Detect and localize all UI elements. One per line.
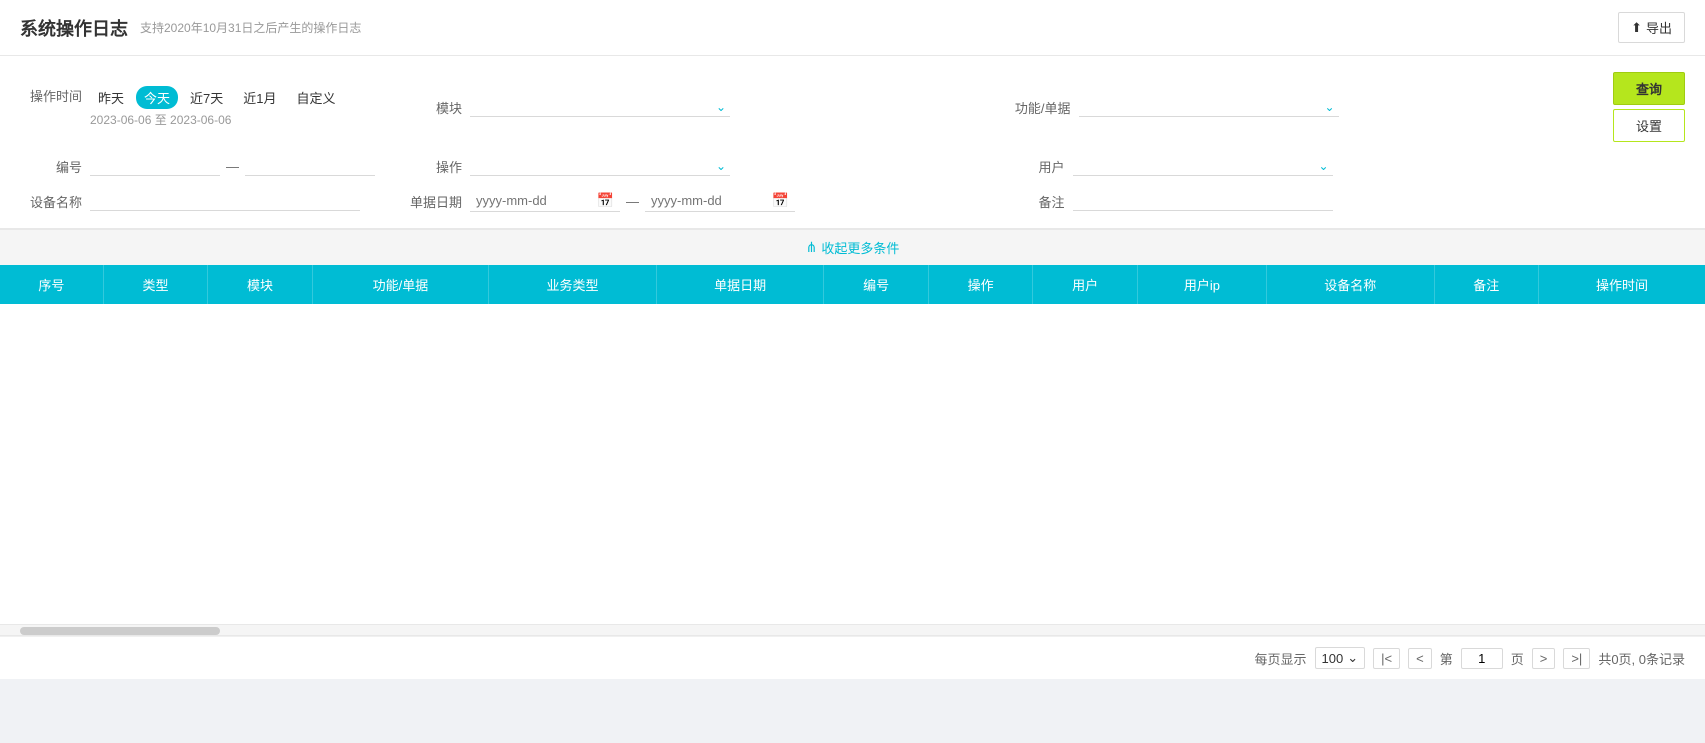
func-label: 功能/单据 (999, 98, 1079, 117)
module-select-value (470, 105, 712, 109)
date-start-wrap[interactable]: 📅 (470, 190, 620, 212)
user-select-value (1073, 164, 1315, 168)
no-input-start[interactable] (90, 156, 220, 176)
col-remark: 备注 (1434, 265, 1538, 304)
device-filter: 设备名称 (20, 191, 400, 211)
remark-input[interactable] (1073, 191, 1333, 211)
collapse-bar[interactable]: ⋔ 收起更多条件 (0, 229, 1705, 265)
page-title: 系统操作日志 (20, 15, 128, 41)
page-last-button[interactable]: >| (1563, 648, 1590, 669)
page-header: 系统操作日志 支持2020年10月31日之后产生的操作日志 ⬆ 导出 (0, 0, 1705, 56)
col-biz-type: 业务类型 (489, 265, 657, 304)
page-number-input[interactable]: 1 (1461, 648, 1503, 669)
collapse-label: 收起更多条件 (821, 238, 899, 257)
page-size-label: 每页显示 (1255, 649, 1307, 668)
module-filter: 模块 ⌄ (400, 98, 999, 117)
export-icon: ⬆ (1631, 20, 1642, 36)
page-suffix: 页 (1511, 649, 1524, 668)
no-filter: 编号 — (20, 156, 400, 176)
col-op-time: 操作时间 (1539, 265, 1705, 304)
page-size-chevron-icon: ⌄ (1347, 650, 1358, 666)
col-module: 模块 (208, 265, 312, 304)
page-next-button[interactable]: > (1532, 648, 1556, 669)
user-select[interactable]: ⌄ (1073, 157, 1333, 176)
user-filter: 用户 ⌄ (993, 157, 1586, 176)
page-prev-button[interactable]: < (1408, 648, 1432, 669)
col-type: 类型 (103, 265, 207, 304)
filter-panel: 操作时间 昨天 今天 近7天 近1月 自定义 2023-06-06 至 2023… (0, 56, 1705, 229)
time-options: 昨天 今天 近7天 近1月 自定义 (90, 86, 344, 109)
no-dash: — (226, 159, 239, 174)
device-input[interactable] (90, 191, 360, 211)
col-device: 设备名称 (1266, 265, 1434, 304)
table-header-row: 序号 类型 模块 功能/单据 业务类型 单据日期 编号 操作 用户 用户ip 设… (0, 265, 1705, 304)
empty-area (0, 304, 1705, 624)
func-filter: 功能/单据 ⌄ (999, 98, 1598, 117)
op-chevron-icon: ⌄ (712, 157, 730, 175)
filter-row-3: 设备名称 单据日期 📅 — 📅 备注 (20, 190, 1685, 212)
page-first-button[interactable]: |< (1373, 648, 1400, 669)
remark-filter: 备注 (993, 191, 1586, 211)
user-chevron-icon: ⌄ (1314, 157, 1332, 175)
op-select[interactable]: ⌄ (470, 157, 730, 176)
title-area: 系统操作日志 支持2020年10月31日之后产生的操作日志 (20, 15, 361, 41)
col-seq: 序号 (0, 265, 103, 304)
col-op: 操作 (928, 265, 1032, 304)
page-label: 第 (1440, 649, 1453, 668)
query-button[interactable]: 查询 (1613, 72, 1685, 105)
col-func: 功能/单据 (312, 265, 488, 304)
pagination-bar: 每页显示 100 ⌄ |< < 第 1 页 > >| 共0页, 0条记录 (0, 636, 1705, 679)
time-btn-7days[interactable]: 近7天 (182, 86, 231, 109)
date-end-input[interactable] (651, 193, 772, 208)
module-label: 模块 (400, 98, 470, 117)
time-range-display: 2023-06-06 至 2023-06-06 (90, 111, 344, 128)
col-doc-date: 单据日期 (656, 265, 824, 304)
col-no: 编号 (824, 265, 928, 304)
col-user-ip: 用户ip (1137, 265, 1266, 304)
func-select[interactable]: ⌄ (1079, 98, 1339, 117)
total-info: 共0页, 0条记录 (1598, 649, 1685, 668)
time-btn-yesterday[interactable]: 昨天 (90, 86, 132, 109)
page-subtitle: 支持2020年10月31日之后产生的操作日志 (140, 19, 361, 36)
table-header: 序号 类型 模块 功能/单据 业务类型 单据日期 编号 操作 用户 用户ip 设… (0, 265, 1705, 304)
user-label: 用户 (993, 157, 1073, 176)
no-input-end[interactable] (245, 156, 375, 176)
docdate-label: 单据日期 (400, 192, 470, 211)
page-size-value: 100 (1322, 651, 1344, 666)
no-label: 编号 (20, 157, 90, 176)
remark-label: 备注 (993, 192, 1073, 211)
filter-row-2: 编号 — 操作 ⌄ 用户 ⌄ (20, 156, 1685, 176)
op-label: 操作 (400, 157, 470, 176)
calendar-start-icon[interactable]: 📅 (597, 192, 614, 209)
filter-row-1: 操作时间 昨天 今天 近7天 近1月 自定义 2023-06-06 至 2023… (20, 72, 1685, 142)
func-chevron-icon: ⌄ (1320, 98, 1338, 116)
module-chevron-icon: ⌄ (712, 98, 730, 116)
time-label: 操作时间 (20, 86, 90, 105)
time-btn-custom[interactable]: 自定义 (289, 86, 344, 109)
setting-button[interactable]: 设置 (1613, 109, 1685, 142)
docdate-filter: 单据日期 📅 — 📅 (400, 190, 993, 212)
export-button[interactable]: ⬆ 导出 (1618, 12, 1685, 43)
calendar-end-icon[interactable]: 📅 (772, 192, 789, 209)
action-buttons: 查询 设置 (1613, 72, 1685, 142)
col-user: 用户 (1033, 265, 1137, 304)
time-btn-today[interactable]: 今天 (136, 86, 178, 109)
collapse-chevron-icon: ⋔ (806, 239, 818, 256)
time-filter: 操作时间 昨天 今天 近7天 近1月 自定义 2023-06-06 至 2023… (20, 86, 400, 128)
page-size-select[interactable]: 100 ⌄ (1315, 647, 1366, 669)
scrollbar-area[interactable] (0, 624, 1705, 636)
time-btn-1month[interactable]: 近1月 (235, 86, 284, 109)
date-start-input[interactable] (476, 193, 597, 208)
op-select-value (470, 164, 712, 168)
scrollbar-thumb[interactable] (20, 627, 220, 635)
module-select[interactable]: ⌄ (470, 98, 730, 117)
device-label: 设备名称 (20, 192, 90, 211)
op-filter: 操作 ⌄ (400, 157, 993, 176)
data-table: 序号 类型 模块 功能/单据 业务类型 单据日期 编号 操作 用户 用户ip 设… (0, 265, 1705, 304)
date-end-wrap[interactable]: 📅 (645, 190, 795, 212)
table-wrap: 序号 类型 模块 功能/单据 业务类型 单据日期 编号 操作 用户 用户ip 设… (0, 265, 1705, 624)
func-select-value (1079, 105, 1321, 109)
date-dash: — (626, 194, 639, 209)
